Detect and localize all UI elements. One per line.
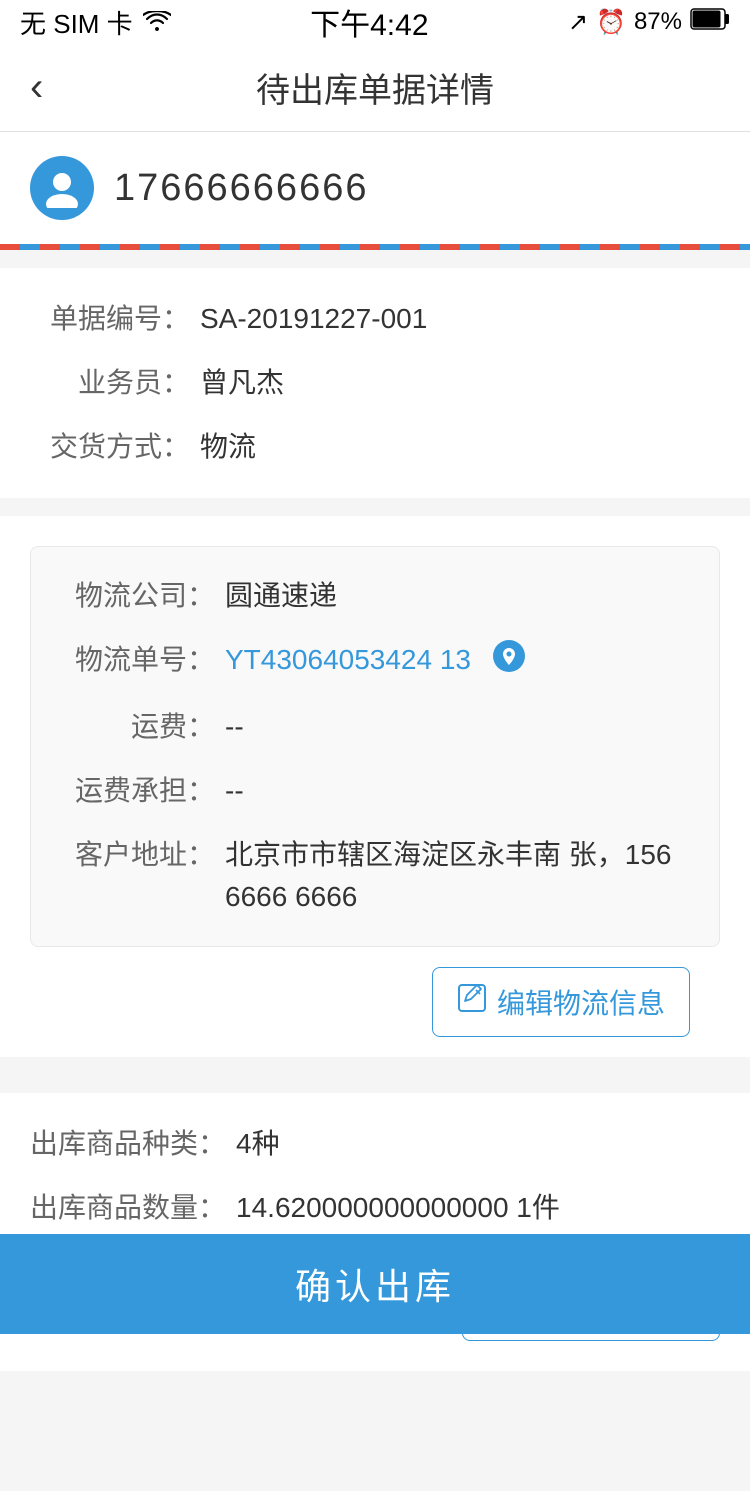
freight-row: 运费： -- — [55, 706, 695, 748]
freight-value: -- — [225, 706, 695, 748]
battery-label: 87% — [634, 8, 682, 36]
location-pin-icon[interactable] — [493, 640, 525, 684]
logistics-company-row: 物流公司： 圆通速递 — [55, 575, 695, 617]
sales-person-row: 业务员： 曾凡杰 — [30, 362, 720, 404]
delivery-method-row: 交货方式： 物流 — [30, 426, 720, 468]
status-right: ↗ ⏰ 87% — [568, 8, 730, 37]
carrier-label: 无 SIM 卡 — [20, 4, 133, 41]
freight-bearer-row: 运费承担： -- — [55, 770, 695, 812]
confirm-button[interactable]: 确认出库 — [0, 1234, 750, 1334]
freight-label: 运费： — [55, 706, 215, 748]
product-quantity-value: 14.620000000000000 1件 — [236, 1187, 720, 1229]
sales-person-value: 曾凡杰 — [200, 362, 720, 404]
order-info-section: 单据编号： SA-20191227-001 业务员： 曾凡杰 交货方式： 物流 — [0, 268, 750, 498]
freight-bearer-label: 运费承担： — [55, 770, 215, 812]
status-left: 无 SIM 卡 — [20, 4, 171, 41]
address-label: 客户地址： — [55, 834, 215, 876]
section-divider — [0, 1057, 750, 1075]
logistics-card: 物流公司： 圆通速递 物流单号： YT43064053424 13 运费： --… — [30, 546, 720, 947]
edit-logistics-row: 编辑物流信息 — [30, 947, 720, 1057]
location-icon: ↗ — [568, 8, 588, 37]
edit-logistics-button[interactable]: 编辑物流信息 — [432, 967, 690, 1037]
edit-logistics-label: 编辑物流信息 — [497, 982, 665, 1022]
delivery-method-value: 物流 — [200, 426, 720, 468]
logistics-outer: 物流公司： 圆通速递 物流单号： YT43064053424 13 运费： --… — [0, 516, 750, 1057]
product-types-value: 4种 — [236, 1123, 720, 1165]
back-button[interactable]: ‹ — [30, 65, 43, 110]
product-quantity-row: 出库商品数量： 14.620000000000000 1件 — [30, 1187, 720, 1229]
tracking-value: YT43064053424 13 — [225, 639, 695, 684]
status-time: 下午4:42 — [310, 0, 428, 44]
edit-icon — [457, 983, 487, 1020]
bottom-spacer — [0, 1371, 750, 1491]
order-number-value: SA-20191227-001 — [200, 298, 720, 340]
product-types-row: 出库商品种类： 4种 — [30, 1123, 720, 1165]
confirm-button-container: 确认出库 — [0, 1234, 750, 1334]
logistics-company-label: 物流公司： — [55, 575, 215, 617]
address-row: 客户地址： 北京市市辖区海淀区永丰南 张，156 6666 6666 — [55, 834, 695, 918]
product-quantity-label: 出库商品数量： — [30, 1187, 226, 1229]
alarm-icon: ⏰ — [596, 8, 626, 37]
logistics-company-value: 圆通速递 — [225, 575, 695, 617]
tracking-row: 物流单号： YT43064053424 13 — [55, 639, 695, 684]
tracking-label: 物流单号： — [55, 639, 215, 681]
sales-person-label: 业务员： — [30, 362, 190, 404]
order-number-label: 单据编号： — [30, 298, 190, 340]
customer-phone: 17666666666 — [114, 167, 368, 210]
wifi-icon — [143, 7, 171, 38]
freight-bearer-value: -- — [225, 770, 695, 812]
customer-header: 17666666666 — [0, 132, 750, 244]
status-bar: 无 SIM 卡 下午4:42 ↗ ⏰ 87% — [0, 0, 750, 44]
dashed-separator — [0, 244, 750, 250]
confirm-label: 确认出库 — [295, 1266, 455, 1307]
nav-bar: ‹ 待出库单据详情 — [0, 44, 750, 132]
address-value: 北京市市辖区海淀区永丰南 张，156 6666 6666 — [225, 834, 695, 918]
battery-icon — [690, 8, 730, 37]
product-types-label: 出库商品种类： — [30, 1123, 226, 1165]
avatar — [30, 156, 94, 220]
page-title: 待出库单据详情 — [256, 63, 494, 112]
delivery-method-label: 交货方式： — [30, 426, 190, 468]
order-number-row: 单据编号： SA-20191227-001 — [30, 298, 720, 340]
